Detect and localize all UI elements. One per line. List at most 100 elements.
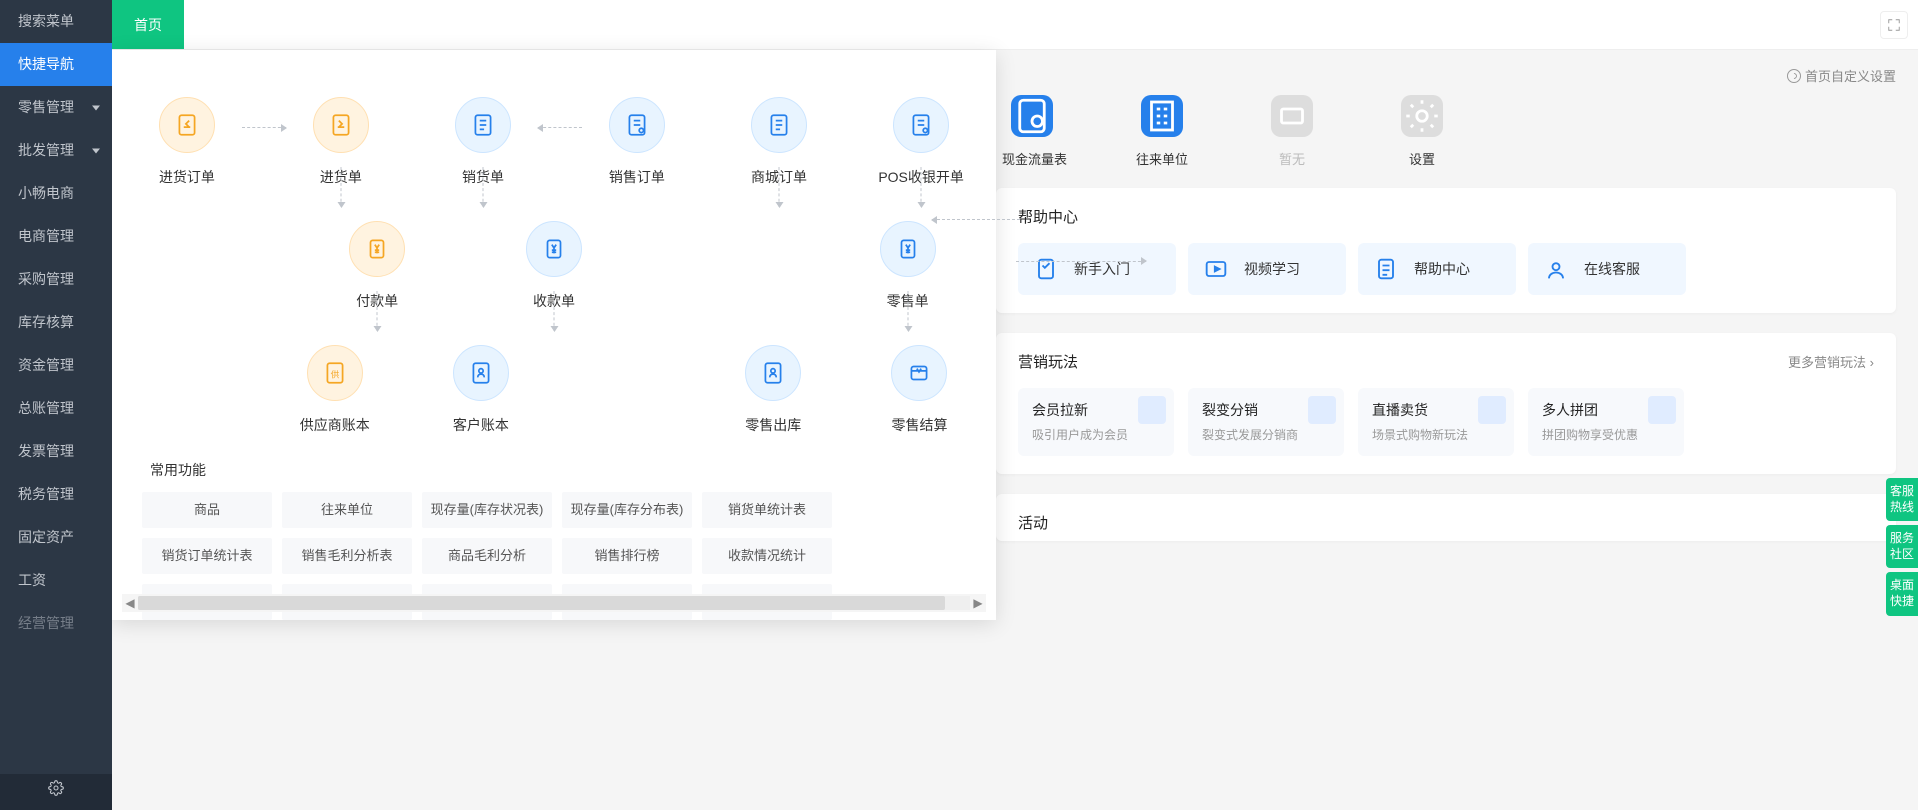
gear-icon	[1401, 95, 1443, 137]
horizontal-scrollbar[interactable]: ◀ ▶	[122, 594, 986, 612]
sidebar-settings-button[interactable]	[0, 774, 112, 810]
help-card: 帮助中心 新手入门 视频学习 帮助中心 在线客服	[996, 188, 1896, 313]
sidebar-item-quicknav[interactable]: 快捷导航	[0, 43, 112, 86]
tab-bar: 首页	[112, 0, 1918, 50]
help-label: 在线客服	[1584, 259, 1640, 279]
sidebar-item-label: 零售管理	[18, 99, 74, 115]
help-label: 新手入门	[1074, 259, 1130, 279]
common-btn[interactable]: 商品毛利分析	[422, 538, 552, 574]
shortcut-empty: 暂无	[1262, 95, 1322, 168]
flow-node-retail-settle[interactable]	[891, 345, 947, 401]
shortcut-label: 现金流量表	[1002, 149, 1062, 168]
deco-icon	[1308, 396, 1336, 424]
flow-node-pos[interactable]	[893, 97, 949, 153]
market-item-sub: 拼团购物享受优惠	[1542, 426, 1670, 443]
customize-label: 首页自定义设置	[1805, 69, 1896, 84]
flow-node-retail[interactable]	[880, 221, 936, 277]
target-icon	[1787, 69, 1801, 83]
scroll-track[interactable]	[138, 596, 970, 610]
scroll-right-arrow[interactable]: ▶	[970, 596, 986, 610]
scroll-thumb[interactable]	[138, 596, 945, 610]
flow-arrow	[778, 167, 779, 207]
sidebar-item-tax[interactable]: 税务管理	[0, 473, 112, 516]
deco-icon	[1478, 396, 1506, 424]
flow-arrow	[482, 167, 483, 207]
sidebar-item-salary[interactable]: 工资	[0, 559, 112, 602]
report-icon	[1011, 95, 1053, 137]
flow-node-sales[interactable]	[455, 97, 511, 153]
flow-arrow	[554, 291, 555, 331]
help-item-service[interactable]: 在线客服	[1528, 243, 1686, 295]
help-item-video[interactable]: 视频学习	[1188, 243, 1346, 295]
flow-node-purchase-order[interactable]	[159, 97, 215, 153]
market-item-member[interactable]: 会员拉新吸引用户成为会员	[1018, 388, 1174, 456]
common-btn[interactable]: 现存量(库存分布表)	[562, 492, 692, 528]
marketing-more-link[interactable]: 更多营销玩法 ›	[1788, 352, 1874, 371]
market-item-sub: 场景式购物新玩法	[1372, 426, 1500, 443]
scroll-left-arrow[interactable]: ◀	[122, 596, 138, 610]
sidebar-item-retail[interactable]: 零售管理	[0, 86, 112, 129]
market-item-fission[interactable]: 裂变分销裂变式发展分销商	[1188, 388, 1344, 456]
common-btn[interactable]: 销货单统计表	[702, 492, 832, 528]
chevron-down-icon	[92, 105, 100, 110]
flow-arrow	[538, 127, 582, 128]
flow-node-supplier-ledger[interactable]: 供	[307, 345, 363, 401]
help-item-center[interactable]: 帮助中心	[1358, 243, 1516, 295]
sidebar-item-purchase[interactable]: 采购管理	[0, 258, 112, 301]
flow-node-receipt[interactable]	[526, 221, 582, 277]
sidebar-item-ops[interactable]: 经营管理	[0, 602, 112, 645]
sidebar-item-funds[interactable]: 资金管理	[0, 344, 112, 387]
flow-arrow	[1016, 261, 1146, 262]
flow-label: 进货订单	[132, 167, 242, 187]
building-icon	[1141, 95, 1183, 137]
common-btn[interactable]: 现存量(库存状况表)	[422, 492, 552, 528]
common-btn[interactable]: 收款情况统计	[702, 538, 832, 574]
shortcut-label: 暂无	[1262, 149, 1322, 168]
flow-arrow	[340, 167, 341, 207]
sidebar-item-ledger[interactable]: 总账管理	[0, 387, 112, 430]
flow-node-purchase[interactable]	[313, 97, 369, 153]
float-tag-desktop[interactable]: 桌面快捷	[1886, 572, 1918, 615]
common-btn[interactable]: 销货订单统计表	[142, 538, 272, 574]
common-btn[interactable]: 往来单位	[282, 492, 412, 528]
shortcut-settings[interactable]: 设置	[1392, 95, 1452, 168]
sidebar-item-assets[interactable]: 固定资产	[0, 516, 112, 559]
marketing-title: 营销玩法	[1018, 351, 1078, 372]
chevron-down-icon	[92, 148, 100, 153]
help-label: 视频学习	[1244, 259, 1300, 279]
flow-label: 供应商账本	[278, 415, 391, 435]
common-btn[interactable]: 销售排行榜	[562, 538, 692, 574]
sidebar-item-inventory[interactable]: 库存核算	[0, 301, 112, 344]
help-title: 帮助中心	[1018, 206, 1078, 227]
document-icon	[1372, 255, 1400, 283]
flow-node-retail-out[interactable]	[745, 345, 801, 401]
flow-label: 零售出库	[717, 415, 830, 435]
flow-node-payment[interactable]	[349, 221, 405, 277]
tab-home[interactable]: 首页	[112, 0, 184, 49]
fullscreen-button[interactable]	[1880, 11, 1908, 39]
flow-node-customer-ledger[interactable]	[453, 345, 509, 401]
market-item-group[interactable]: 多人拼团拼团购物享受优惠	[1528, 388, 1684, 456]
common-functions-title: 常用功能	[150, 460, 976, 480]
float-tag-community[interactable]: 服务社区	[1886, 525, 1918, 568]
float-tag-hotline[interactable]: 客服热线	[1886, 478, 1918, 521]
sidebar-item-invoice[interactable]: 发票管理	[0, 430, 112, 473]
sidebar-item-ecom1[interactable]: 小畅电商	[0, 172, 112, 215]
sidebar-item-label: 批发管理	[18, 142, 74, 158]
svg-text:供: 供	[330, 368, 339, 379]
common-btn[interactable]: 商品	[142, 492, 272, 528]
marketing-card: 营销玩法 更多营销玩法 › 会员拉新吸引用户成为会员 裂变分销裂变式发展分销商 …	[996, 333, 1896, 474]
sidebar-item-ecom2[interactable]: 电商管理	[0, 215, 112, 258]
flow-arrow	[907, 291, 908, 331]
flow-node-mall-order[interactable]	[751, 97, 807, 153]
flow-label: 客户账本	[424, 415, 537, 435]
sidebar-item-wholesale[interactable]: 批发管理	[0, 129, 112, 172]
sidebar-item-search[interactable]: 搜索菜单	[0, 0, 112, 43]
help-item-beginner[interactable]: 新手入门	[1018, 243, 1176, 295]
flow-node-sales-order[interactable]	[609, 97, 665, 153]
common-btn[interactable]: 销售毛利分析表	[282, 538, 412, 574]
shortcut-contacts[interactable]: 往来单位	[1132, 95, 1192, 168]
customize-home-link[interactable]: 首页自定义设置	[996, 66, 1896, 85]
shortcut-cashflow[interactable]: 现金流量表	[1002, 95, 1062, 168]
market-item-live[interactable]: 直播卖货场景式购物新玩法	[1358, 388, 1514, 456]
